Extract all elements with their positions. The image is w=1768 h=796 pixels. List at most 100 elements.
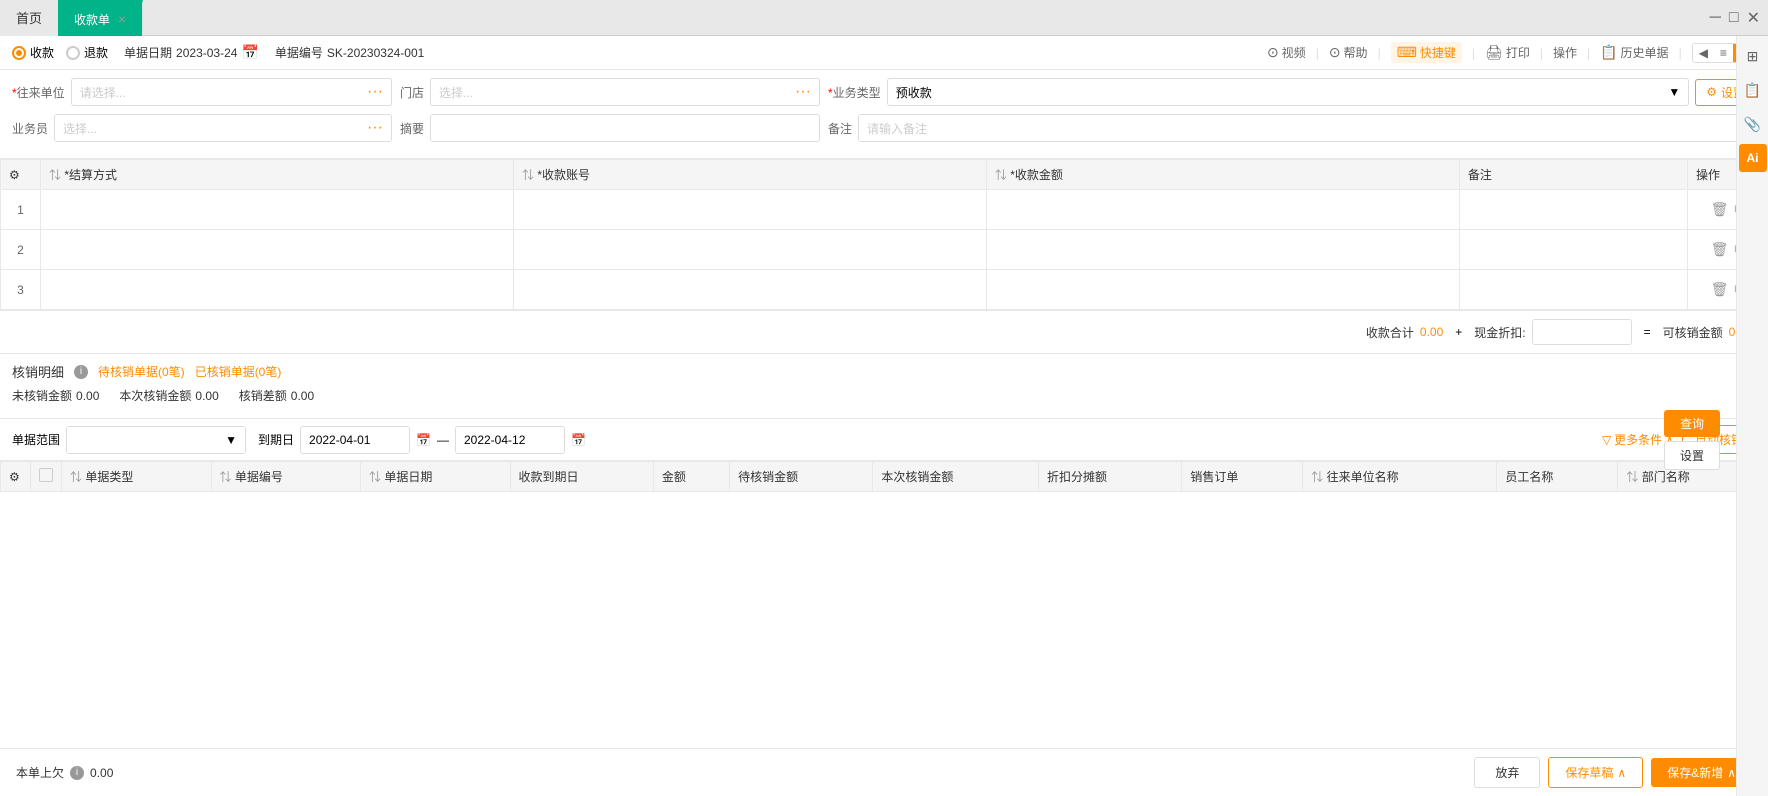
query-button[interactable]: 查询 — [1664, 410, 1720, 437]
amount-cell-2[interactable] — [986, 230, 1459, 270]
counterparty-input[interactable]: 请选择... ··· — [71, 78, 392, 106]
help-action[interactable]: ⊙ 帮助 — [1329, 44, 1368, 61]
settlement-cell-3[interactable] — [41, 270, 514, 310]
settlement-cell-1[interactable] — [41, 190, 514, 230]
writeoff-section: 核销明细 i 待核销单据(0笔) 已核销单据(0笔) 未核销金额 0.00 本次… — [0, 354, 1768, 748]
calendar-to-icon[interactable]: 📅 — [571, 433, 586, 447]
shortcut-action[interactable]: ⌨ 快捷键 — [1391, 42, 1462, 63]
toolbar-actions: ⊙ 视频 | ⊙ 帮助 | ⌨ 快捷键 | 🖨 打印 | — [1267, 42, 1756, 63]
remarks-cell-2[interactable] — [1459, 230, 1687, 270]
delete-icon-3[interactable]: 🗑 — [1711, 281, 1729, 298]
clerk-input[interactable]: 选择... ··· — [54, 114, 392, 142]
remarks-cell-1[interactable] — [1459, 190, 1687, 230]
settings-wo-col[interactable]: ⚙ — [1, 462, 31, 492]
right-panel-table-icon[interactable]: ⊞ — [1739, 42, 1767, 70]
discount-item: 现金折扣: — [1474, 319, 1631, 345]
business-type-select[interactable]: 预收款 ▼ — [887, 78, 1690, 106]
account-cell-3[interactable] — [513, 270, 986, 310]
history-action[interactable]: 📋 历史单据 — [1600, 44, 1668, 61]
equals-sign: = — [1644, 325, 1651, 339]
save-new-label: 保存&新增 — [1667, 764, 1723, 781]
summary-input[interactable] — [430, 114, 820, 142]
main-content: 收款 退款 单据日期 2023-03-24 📅 单据编号 SK-20230324… — [0, 36, 1768, 796]
counterparty-field: *往来单位 请选择... ··· — [12, 78, 392, 106]
operation-action[interactable]: 操作 — [1553, 44, 1577, 61]
calendar-from-icon[interactable]: 📅 — [416, 433, 431, 447]
store-input[interactable]: 选择... ··· — [430, 78, 820, 106]
date-field: 单据日期 2023-03-24 📅 — [124, 44, 259, 61]
range-field: 单据范围 ▼ — [12, 426, 246, 454]
remarks-cell-3[interactable] — [1459, 270, 1687, 310]
tab-home[interactable]: 首页 — [0, 0, 58, 36]
remarks-input[interactable]: 请输入备注 — [858, 114, 1756, 142]
set-button[interactable]: 设置 — [1664, 441, 1720, 470]
delete-icon-2[interactable]: 🗑 — [1711, 241, 1729, 258]
video-icon: ⊙ — [1267, 44, 1279, 61]
wo-amount-col: 金额 — [653, 462, 729, 492]
date-value: 2023-03-24 — [176, 46, 237, 60]
sort-icon: ⇅ — [1311, 470, 1323, 484]
table-row: 2 🗑 ⧉ — [1, 230, 1768, 270]
tab-close-icon[interactable]: × — [118, 11, 126, 27]
form-row-1: *往来单位 请选择... ··· 门店 选择... ··· — [12, 78, 1756, 106]
save-draft-chevron: ∧ — [1617, 766, 1626, 780]
settings-icon: ⚙ — [9, 168, 20, 182]
receipt-radio[interactable]: 收款 — [12, 44, 54, 61]
right-panel: ⊞ 📋 📎 Ai — [1736, 36, 1768, 796]
wo-order-col: 销售订单 — [1182, 462, 1303, 492]
shortcut-icon: ⌨ — [1397, 44, 1417, 61]
business-type-field: *业务类型 预收款 ▼ ⚙ 设置 — [828, 78, 1756, 106]
diff-stat: 核销差额 0.00 — [239, 387, 314, 404]
video-action[interactable]: ⊙ 视频 — [1267, 44, 1306, 61]
wo-clerk-col: 员工名称 — [1497, 462, 1618, 492]
amount-cell-3[interactable] — [986, 270, 1459, 310]
pending-tab-link[interactable]: 待核销单据(0笔) — [98, 363, 185, 380]
minimize-icon[interactable]: ─ — [1710, 9, 1721, 27]
checkbox-wo-col[interactable] — [31, 462, 62, 492]
counterparty-more-icon[interactable]: ··· — [367, 83, 383, 101]
select-all-checkbox[interactable] — [39, 468, 53, 482]
clerk-field: 业务员 选择... ··· — [12, 114, 392, 142]
right-panel-doc-icon[interactable]: 📋 — [1739, 76, 1767, 104]
right-panel-ai-icon[interactable]: Ai — [1739, 144, 1767, 172]
view-grid-btn[interactable]: ≡ — [1714, 44, 1733, 62]
done-tab-link[interactable]: 已核销单据(0笔) — [195, 363, 282, 380]
settlement-cell-2[interactable] — [41, 230, 514, 270]
writeoff-info-icon[interactable]: i — [74, 365, 88, 379]
abandon-button[interactable]: 放弃 — [1474, 757, 1540, 788]
counterparty-label: *往来单位 — [12, 84, 65, 101]
view-list-btn[interactable]: ◀ — [1693, 44, 1714, 62]
wo-due-col: 收款到期日 — [510, 462, 653, 492]
settings-col-header[interactable]: ⚙ — [1, 160, 41, 190]
delete-icon-1[interactable]: 🗑 — [1711, 201, 1729, 218]
clerk-label: 业务员 — [12, 120, 48, 137]
refund-radio-dot — [66, 46, 80, 60]
print-label: 打印 — [1506, 44, 1530, 61]
remarks-field: 备注 请输入备注 — [828, 114, 1756, 142]
tab-receipt[interactable]: 收款单 × — [58, 0, 143, 36]
diff-label: 核销差额 — [239, 387, 287, 404]
print-action[interactable]: 🖨 打印 — [1485, 44, 1530, 61]
refund-radio[interactable]: 退款 — [66, 44, 108, 61]
diff-value: 0.00 — [291, 389, 314, 403]
store-more-icon[interactable]: ··· — [795, 83, 811, 101]
current-value: 0.00 — [195, 389, 218, 403]
close-icon[interactable]: ✕ — [1747, 8, 1760, 28]
current-label: 本次核销金额 — [119, 387, 191, 404]
due-date-to[interactable] — [455, 426, 565, 454]
save-draft-button[interactable]: 保存草稿 ∧ — [1548, 757, 1643, 788]
range-select[interactable]: ▼ — [66, 426, 246, 454]
filter-left: 单据范围 ▼ 到期日 📅 — 📅 — [12, 426, 586, 454]
store-field: 门店 选择... ··· — [400, 78, 820, 106]
wo-type-col: ⇅ 单据类型 — [62, 462, 212, 492]
amount-cell-1[interactable] — [986, 190, 1459, 230]
right-panel-attach-icon[interactable]: 📎 — [1739, 110, 1767, 138]
account-cell-2[interactable] — [513, 230, 986, 270]
calendar-icon[interactable]: 📅 — [241, 44, 258, 61]
maximize-icon[interactable]: □ — [1729, 9, 1739, 27]
due-date-from[interactable] — [300, 426, 410, 454]
clerk-more-icon[interactable]: ··· — [367, 119, 383, 137]
discount-input[interactable] — [1532, 319, 1632, 345]
balance-info-icon[interactable]: i — [70, 766, 84, 780]
account-cell-1[interactable] — [513, 190, 986, 230]
